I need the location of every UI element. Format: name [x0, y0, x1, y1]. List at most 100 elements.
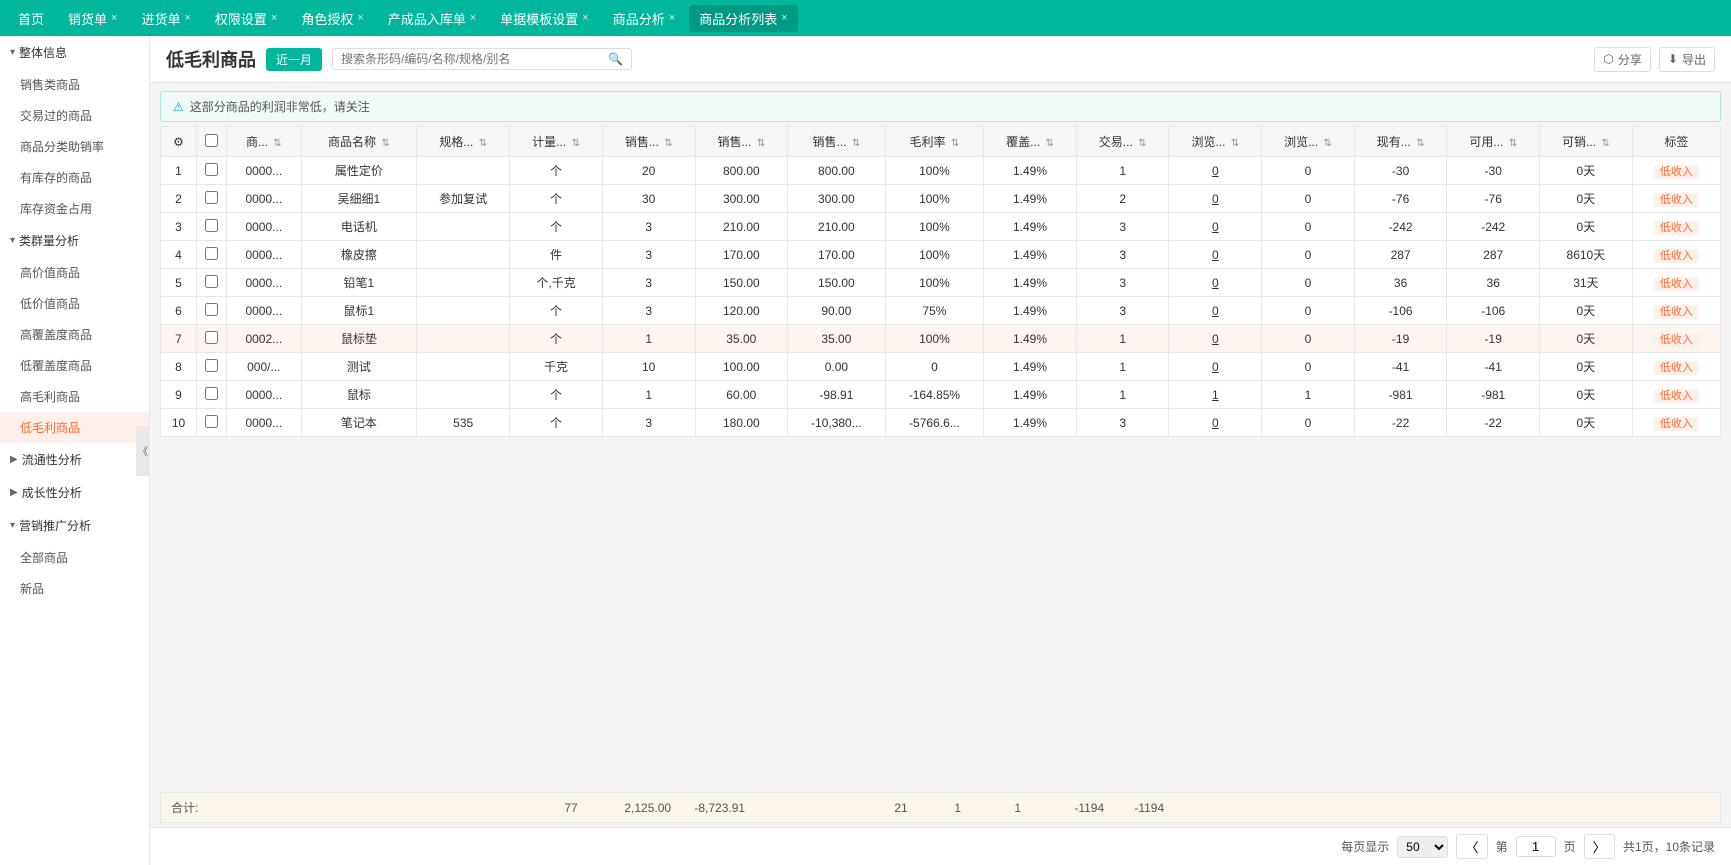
export-btn[interactable]: ⬇ 导出 [1659, 47, 1715, 72]
sidebar-item-stock-capital[interactable]: 库存资金占用 [0, 193, 149, 224]
row-check[interactable] [197, 185, 227, 213]
sidebar-collapse-btn[interactable]: 《 [136, 426, 150, 476]
row-check[interactable] [197, 297, 227, 325]
row-check[interactable] [197, 409, 227, 437]
row-checkbox[interactable] [205, 415, 218, 428]
sidebar-item-low-margin[interactable]: 低毛利商品 [0, 412, 149, 443]
th-available[interactable]: 可用... ⇅ [1447, 127, 1540, 157]
nav-home[interactable]: 首页 [8, 5, 54, 32]
sidebar-item-traded-products[interactable]: 交易过的商品 [0, 100, 149, 131]
nav-template[interactable]: 单据模板设置 × [490, 5, 598, 32]
row-unit: 个 [510, 409, 603, 437]
row-checkbox[interactable] [205, 191, 218, 204]
sidebar-item-sales-products[interactable]: 销售类商品 [0, 69, 149, 100]
search-input[interactable] [341, 52, 602, 66]
row-checkbox[interactable] [205, 247, 218, 260]
nav-product-entry[interactable]: 产成品入库单 × [378, 5, 486, 32]
nav-close-purchase[interactable]: × [184, 12, 190, 24]
sidebar-group-growth[interactable]: ▶ 成长性分析 [0, 476, 149, 509]
row-saleable: 0天 [1540, 297, 1633, 325]
nav-close-product-analysis[interactable]: × [669, 12, 675, 24]
nav-close-product-entry[interactable]: × [470, 12, 476, 24]
row-browse1[interactable]: 0 [1169, 185, 1262, 213]
row-checkbox[interactable] [205, 359, 218, 372]
search-icon[interactable]: 🔍 [608, 52, 623, 66]
row-check[interactable] [197, 381, 227, 409]
row-check[interactable] [197, 325, 227, 353]
th-margin[interactable]: 毛利率 ⇅ [885, 127, 984, 157]
th-sale1[interactable]: 销售... ⇅ [602, 127, 695, 157]
th-coverage[interactable]: 覆盖... ⇅ [984, 127, 1077, 157]
row-browse1[interactable]: 0 [1169, 241, 1262, 269]
row-browse1[interactable]: 0 [1169, 353, 1262, 381]
nav-purchase[interactable]: 进货单 × [131, 5, 200, 32]
prev-page-btn[interactable]: 〈 [1456, 834, 1487, 859]
row-name: 铅笔1 [301, 269, 417, 297]
sidebar-item-low-coverage[interactable]: 低覆盖度商品 [0, 350, 149, 381]
th-name[interactable]: 商品名称 ⇅ [301, 127, 417, 157]
row-check[interactable] [197, 213, 227, 241]
sidebar-group-marketing[interactable]: ▾ 营销推广分析 [0, 509, 149, 542]
sidebar-item-category-rate[interactable]: 商品分类助销率 [0, 131, 149, 162]
sidebar-item-high-margin[interactable]: 高毛利商品 [0, 381, 149, 412]
row-browse1[interactable]: 0 [1169, 325, 1262, 353]
th-browse2[interactable]: 浏览... ⇅ [1262, 127, 1355, 157]
row-checkbox[interactable] [205, 219, 218, 232]
row-browse1[interactable]: 0 [1169, 409, 1262, 437]
th-settings[interactable]: ⚙ [161, 127, 197, 157]
row-checkbox[interactable] [205, 275, 218, 288]
nav-close-product-analysis-list[interactable]: × [781, 12, 787, 24]
row-checkbox[interactable] [205, 387, 218, 400]
sidebar-item-low-value[interactable]: 低价值商品 [0, 288, 149, 319]
th-saleable[interactable]: 可销... ⇅ [1540, 127, 1633, 157]
page-input[interactable] [1516, 836, 1556, 857]
next-page-btn[interactable]: 〉 [1584, 834, 1615, 859]
row-browse2: 0 [1262, 269, 1355, 297]
nav-product-analysis[interactable]: 商品分析 × [603, 5, 685, 32]
nav-product-analysis-list[interactable]: 商品分析列表 × [689, 5, 797, 32]
row-check[interactable] [197, 157, 227, 185]
th-stock[interactable]: 现有... ⇅ [1354, 127, 1447, 157]
sidebar-item-high-value[interactable]: 高价值商品 [0, 257, 149, 288]
sidebar-item-new-products[interactable]: 新品 [0, 573, 149, 604]
th-sale3[interactable]: 销售... ⇅ [788, 127, 885, 157]
th-check[interactable] [197, 127, 227, 157]
th-unit[interactable]: 计量... ⇅ [510, 127, 603, 157]
th-spec[interactable]: 规格... ⇅ [417, 127, 510, 157]
date-filter-btn[interactable]: 近一月 [266, 48, 322, 71]
sidebar-group-cluster[interactable]: ▾ 类群量分析 [0, 224, 149, 257]
per-page-select[interactable]: 50 100 200 [1397, 836, 1448, 858]
row-check[interactable] [197, 241, 227, 269]
row-browse1[interactable]: 0 [1169, 213, 1262, 241]
sidebar-group-circulation[interactable]: ▶ 流通性分析 [0, 443, 149, 476]
th-code[interactable]: 商... ⇅ [227, 127, 302, 157]
row-name: 属性定价 [301, 157, 417, 185]
share-btn[interactable]: ⬡ 分享 [1594, 47, 1651, 72]
row-code: 0000... [227, 269, 302, 297]
sidebar-item-in-stock[interactable]: 有库存的商品 [0, 162, 149, 193]
nav-roles[interactable]: 角色授权 × [291, 5, 373, 32]
nav-close-permissions[interactable]: × [271, 12, 277, 24]
th-transactions[interactable]: 交易... ⇅ [1076, 127, 1169, 157]
row-browse1[interactable]: 0 [1169, 157, 1262, 185]
row-check[interactable] [197, 353, 227, 381]
row-checkbox[interactable] [205, 163, 218, 176]
row-browse1[interactable]: 0 [1169, 297, 1262, 325]
row-checkbox[interactable] [205, 303, 218, 316]
sidebar-item-high-coverage[interactable]: 高覆盖度商品 [0, 319, 149, 350]
nav-close-sales[interactable]: × [111, 12, 117, 24]
th-sale2[interactable]: 销售... ⇅ [695, 127, 788, 157]
th-browse1[interactable]: 浏览... ⇅ [1169, 127, 1262, 157]
row-check[interactable] [197, 269, 227, 297]
row-browse1[interactable]: 1 [1169, 381, 1262, 409]
sidebar-group-overall[interactable]: ▾ 整体信息 [0, 36, 149, 69]
select-all-checkbox[interactable] [205, 134, 218, 147]
row-browse1[interactable]: 0 [1169, 269, 1262, 297]
nav-sales[interactable]: 销货单 × [58, 5, 127, 32]
row-checkbox[interactable] [205, 331, 218, 344]
nav-close-roles[interactable]: × [357, 12, 363, 24]
nav-close-template[interactable]: × [582, 12, 588, 24]
sidebar-item-all-products[interactable]: 全部商品 [0, 542, 149, 573]
nav-permissions[interactable]: 权限设置 × [205, 5, 287, 32]
row-num: 4 [161, 241, 197, 269]
